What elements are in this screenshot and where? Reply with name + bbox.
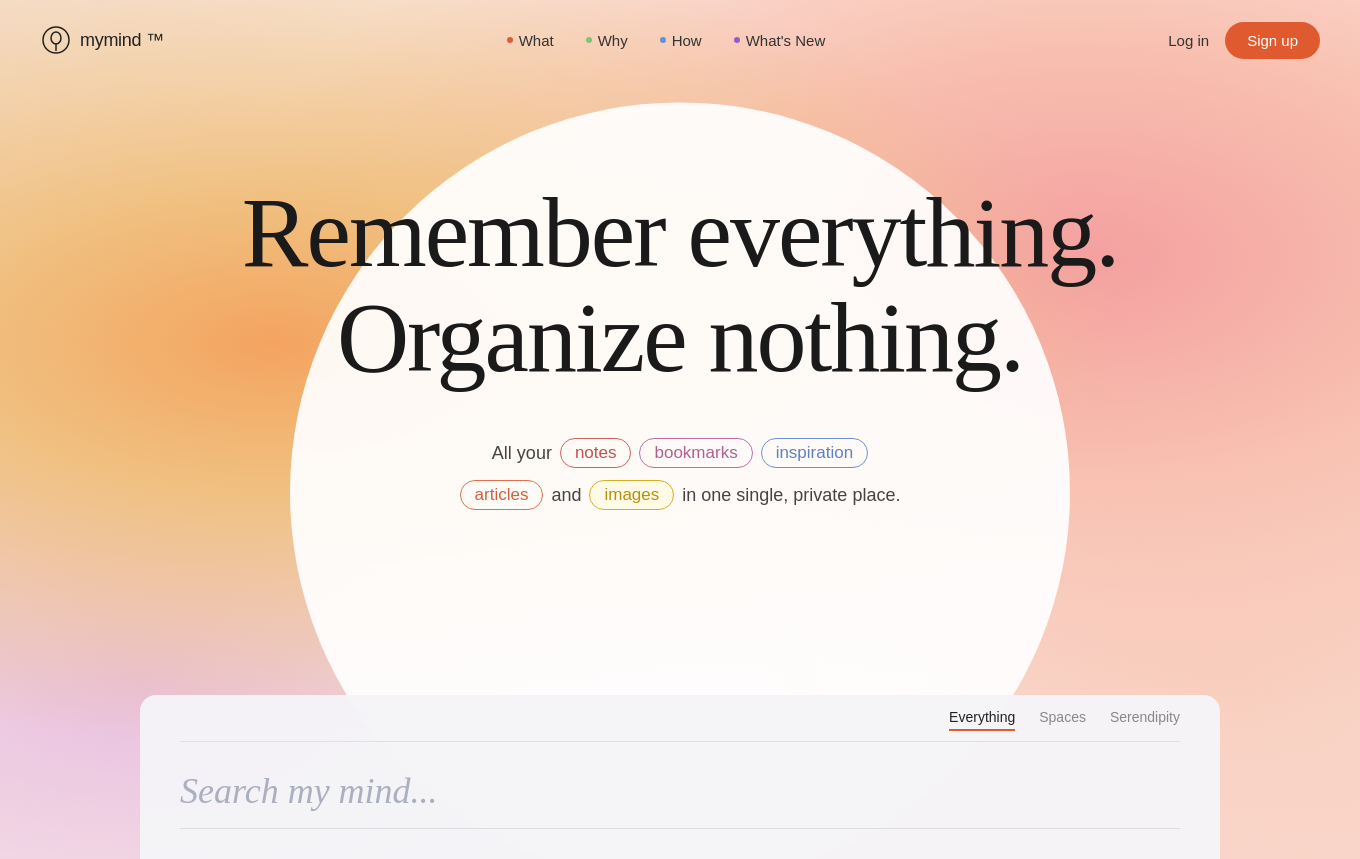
svg-point-1 [51,32,61,44]
tag-notes: notes [560,438,632,468]
nav-item-what[interactable]: What [507,32,554,49]
nav-dot-what [507,37,513,43]
tab-spaces[interactable]: Spaces [1039,709,1086,731]
tag-images: images [589,480,674,510]
nav-item-whats-new[interactable]: What's New [734,32,826,49]
nav-auth: Log in Sign up [1168,22,1320,59]
hero-subtext: All your notes bookmarks inspiration art… [0,438,1360,510]
subtext-row-2: articles and images in one single, priva… [460,480,901,510]
brand-name: mymind ™ [80,30,164,51]
nav-item-why[interactable]: Why [586,32,628,49]
search-divider [180,828,1180,829]
bottom-panel: Everything Spaces Serendipity Search my … [140,695,1220,859]
panel-tabs: Everything Spaces Serendipity [180,695,1180,742]
logo[interactable]: mymind ™ [40,24,164,56]
tab-everything[interactable]: Everything [949,709,1015,731]
nav-dot-why [586,37,592,43]
tag-inspiration: inspiration [761,438,869,468]
tab-serendipity[interactable]: Serendipity [1110,709,1180,731]
hero-headline: Remember everything. Organize nothing. [0,180,1360,390]
search-placeholder-text: Search my mind... [180,770,1180,812]
nav-links: What Why How What's New [507,32,826,49]
tag-bookmarks: bookmarks [639,438,752,468]
search-area: Search my mind... [180,750,1180,839]
subtext-row-1: All your notes bookmarks inspiration [492,438,868,468]
logo-icon [40,24,72,56]
nav-dot-whats-new [734,37,740,43]
signup-button[interactable]: Sign up [1225,22,1320,59]
navbar: mymind ™ What Why How What's New Log in … [0,0,1360,80]
nav-dot-how [660,37,666,43]
login-button[interactable]: Log in [1168,32,1209,49]
tag-articles: articles [460,480,544,510]
hero-content: Remember everything. Organize nothing. A… [0,180,1360,510]
nav-item-how[interactable]: How [660,32,702,49]
